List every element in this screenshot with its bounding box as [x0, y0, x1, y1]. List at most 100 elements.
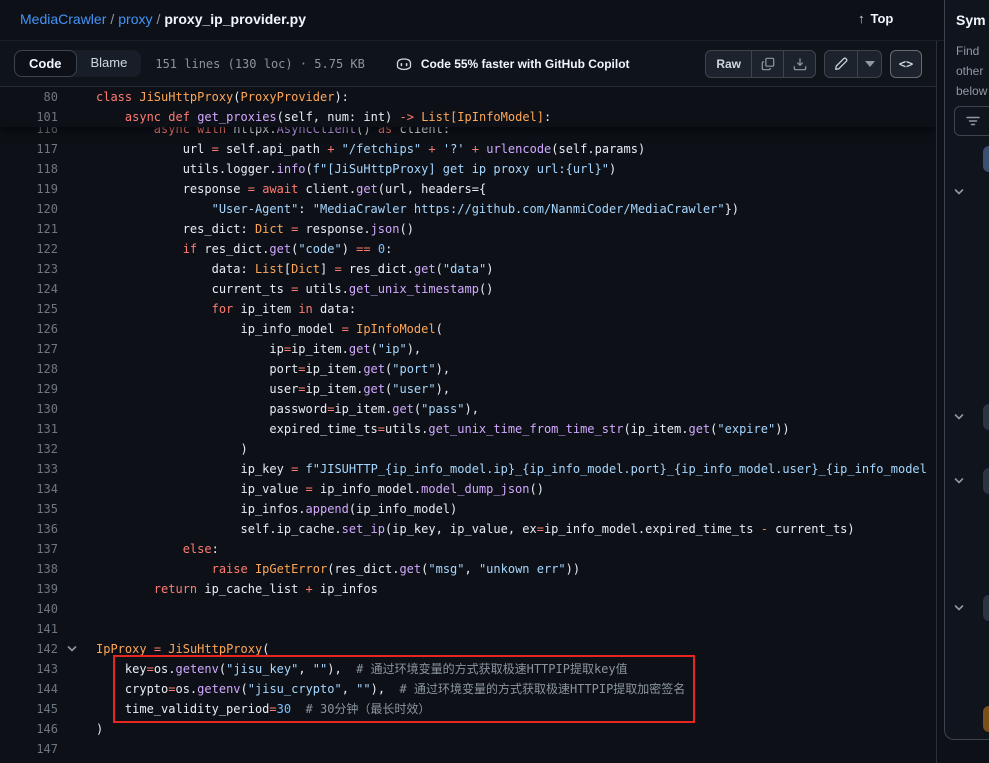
- line-number[interactable]: 122: [0, 239, 58, 259]
- line-number[interactable]: 133: [0, 459, 58, 479]
- code-line-140: 140: [0, 599, 936, 619]
- tab-code[interactable]: Code: [14, 50, 77, 77]
- symbols-panel-title: Sym: [956, 12, 986, 28]
- code-line-126: 126 ip_info_model = IpInfoModel(: [0, 319, 936, 339]
- code-text: self.ip_cache.set_ip(ip_key, ip_value, e…: [96, 519, 855, 539]
- code-text: key=os.getenv("jisu_key", ""), # 通过环境变量的…: [96, 659, 628, 679]
- line-number[interactable]: 134: [0, 479, 58, 499]
- line-number[interactable]: 119: [0, 179, 58, 199]
- symbol-chip[interactable]: [983, 404, 989, 430]
- breadcrumb-folder-link[interactable]: proxy: [118, 11, 152, 27]
- line-number[interactable]: 137: [0, 539, 58, 559]
- code-text: ip_key = f"JISUHTTP_{ip_info_model.ip}_{…: [96, 459, 927, 479]
- code-blame-toggle: Code Blame: [14, 50, 141, 77]
- code-line-141: 141: [0, 619, 936, 639]
- line-number[interactable]: 118: [0, 159, 58, 179]
- pencil-icon: [834, 57, 848, 71]
- line-number[interactable]: 80: [0, 87, 58, 107]
- line-number[interactable]: 140: [0, 599, 58, 619]
- line-number[interactable]: 127: [0, 339, 58, 359]
- edit-button-group: [824, 50, 882, 78]
- symbol-chip[interactable]: [983, 595, 989, 621]
- code-line-123: 123 data: List[Dict] = res_dict.get("dat…: [0, 259, 936, 279]
- line-number[interactable]: 124: [0, 279, 58, 299]
- line-number[interactable]: 125: [0, 299, 58, 319]
- symbol-chip[interactable]: [983, 706, 989, 732]
- code-text: utils.logger.info(f"[JiSuHttpProxy] get …: [96, 159, 616, 179]
- code-line-132: 132 ): [0, 439, 936, 459]
- code-text: time_validity_period=30 # 30分钟（最长时效）: [96, 699, 430, 719]
- line-number[interactable]: 138: [0, 559, 58, 579]
- chevron-down-icon[interactable]: [953, 475, 967, 489]
- tab-blame[interactable]: Blame: [77, 50, 142, 77]
- line-number[interactable]: 135: [0, 499, 58, 519]
- copy-button[interactable]: [751, 51, 783, 77]
- edit-button[interactable]: [825, 51, 857, 77]
- line-number[interactable]: 136: [0, 519, 58, 539]
- line-number[interactable]: 129: [0, 379, 58, 399]
- breadcrumb-repo-link[interactable]: MediaCrawler: [20, 11, 106, 27]
- copilot-banner[interactable]: Code 55% faster with GitHub Copilot: [395, 56, 630, 72]
- code-line-124: 124 current_ts = utils.get_unix_timestam…: [0, 279, 936, 299]
- chevron-down-icon[interactable]: [953, 186, 967, 200]
- chevron-down-icon[interactable]: [953, 602, 967, 616]
- code-line-121: 121 res_dict: Dict = response.json(): [0, 219, 936, 239]
- line-number[interactable]: 126: [0, 319, 58, 339]
- symbols-panel-description-line: Find: [956, 44, 979, 58]
- line-number[interactable]: 121: [0, 219, 58, 239]
- scroll-to-top-link[interactable]: ↑Top: [858, 11, 893, 26]
- line-number[interactable]: 146: [0, 719, 58, 739]
- symbols-panel-description-line: other: [956, 64, 983, 78]
- code-line-101: 101 async def get_proxies(self, num: int…: [0, 107, 936, 127]
- code-line-147: 147: [0, 739, 936, 759]
- symbols-toggle-button[interactable]: <>: [890, 50, 922, 78]
- symbol-chip[interactable]: [983, 146, 989, 172]
- line-number[interactable]: 139: [0, 579, 58, 599]
- line-number[interactable]: 144: [0, 679, 58, 699]
- code-text: ): [96, 439, 248, 459]
- file-toolbar: Code Blame 151 lines (130 loc) · 5.75 KB…: [0, 41, 936, 87]
- edit-dropdown-button[interactable]: [857, 51, 881, 77]
- line-number[interactable]: 132: [0, 439, 58, 459]
- line-number[interactable]: 142: [0, 639, 58, 659]
- download-button[interactable]: [783, 51, 815, 77]
- line-number[interactable]: 130: [0, 399, 58, 419]
- code-text: raise IpGetError(res_dict.get("msg", "un…: [96, 559, 580, 579]
- line-number[interactable]: 143: [0, 659, 58, 679]
- raw-button[interactable]: Raw: [706, 51, 751, 77]
- code-text: ): [96, 719, 103, 739]
- symbol-chip[interactable]: [983, 468, 989, 494]
- code-text: url = self.api_path + "/fetchips" + '?' …: [96, 139, 645, 159]
- code-lines: 116 async with httpx.AsyncClient() as cl…: [0, 87, 936, 763]
- line-number[interactable]: 141: [0, 619, 58, 639]
- file-view-card: Code Blame 151 lines (130 loc) · 5.75 KB…: [0, 41, 937, 763]
- line-number[interactable]: 117: [0, 139, 58, 159]
- symbols-filter-button[interactable]: [954, 106, 989, 136]
- line-number[interactable]: 123: [0, 259, 58, 279]
- line-number[interactable]: 147: [0, 739, 58, 759]
- code-line-139: 139 return ip_cache_list + ip_infos: [0, 579, 936, 599]
- chevron-down-icon[interactable]: [953, 411, 967, 425]
- code-text: if res_dict.get("code") == 0:: [96, 239, 392, 259]
- code-text: class JiSuHttpProxy(ProxyProvider):: [96, 87, 349, 107]
- code-text: "User-Agent": "MediaCrawler https://gith…: [96, 199, 739, 219]
- code-line-137: 137 else:: [0, 539, 936, 559]
- code-line-131: 131 expired_time_ts=utils.get_unix_time_…: [0, 419, 936, 439]
- collapse-chevron-icon[interactable]: [66, 639, 82, 659]
- code-line-138: 138 raise IpGetError(res_dict.get("msg",…: [0, 559, 936, 579]
- toolbar-actions: Raw: [705, 50, 922, 78]
- code-text: for ip_item in data:: [96, 299, 356, 319]
- code-line-136: 136 self.ip_cache.set_ip(ip_key, ip_valu…: [0, 519, 936, 539]
- line-number[interactable]: 131: [0, 419, 58, 439]
- line-number[interactable]: 120: [0, 199, 58, 219]
- copy-icon: [761, 57, 775, 71]
- line-number[interactable]: 128: [0, 359, 58, 379]
- code-line-135: 135 ip_infos.append(ip_info_model): [0, 499, 936, 519]
- code-text: expired_time_ts=utils.get_unix_time_from…: [96, 419, 790, 439]
- copilot-banner-text: Code 55% faster with GitHub Copilot: [421, 57, 630, 71]
- code-line-117: 117 url = self.api_path + "/fetchips" + …: [0, 139, 936, 159]
- code-text: user=ip_item.get("user"),: [96, 379, 450, 399]
- line-number[interactable]: 145: [0, 699, 58, 719]
- code-viewer: 116 async with httpx.AsyncClient() as cl…: [0, 87, 936, 763]
- line-number[interactable]: 101: [0, 107, 58, 127]
